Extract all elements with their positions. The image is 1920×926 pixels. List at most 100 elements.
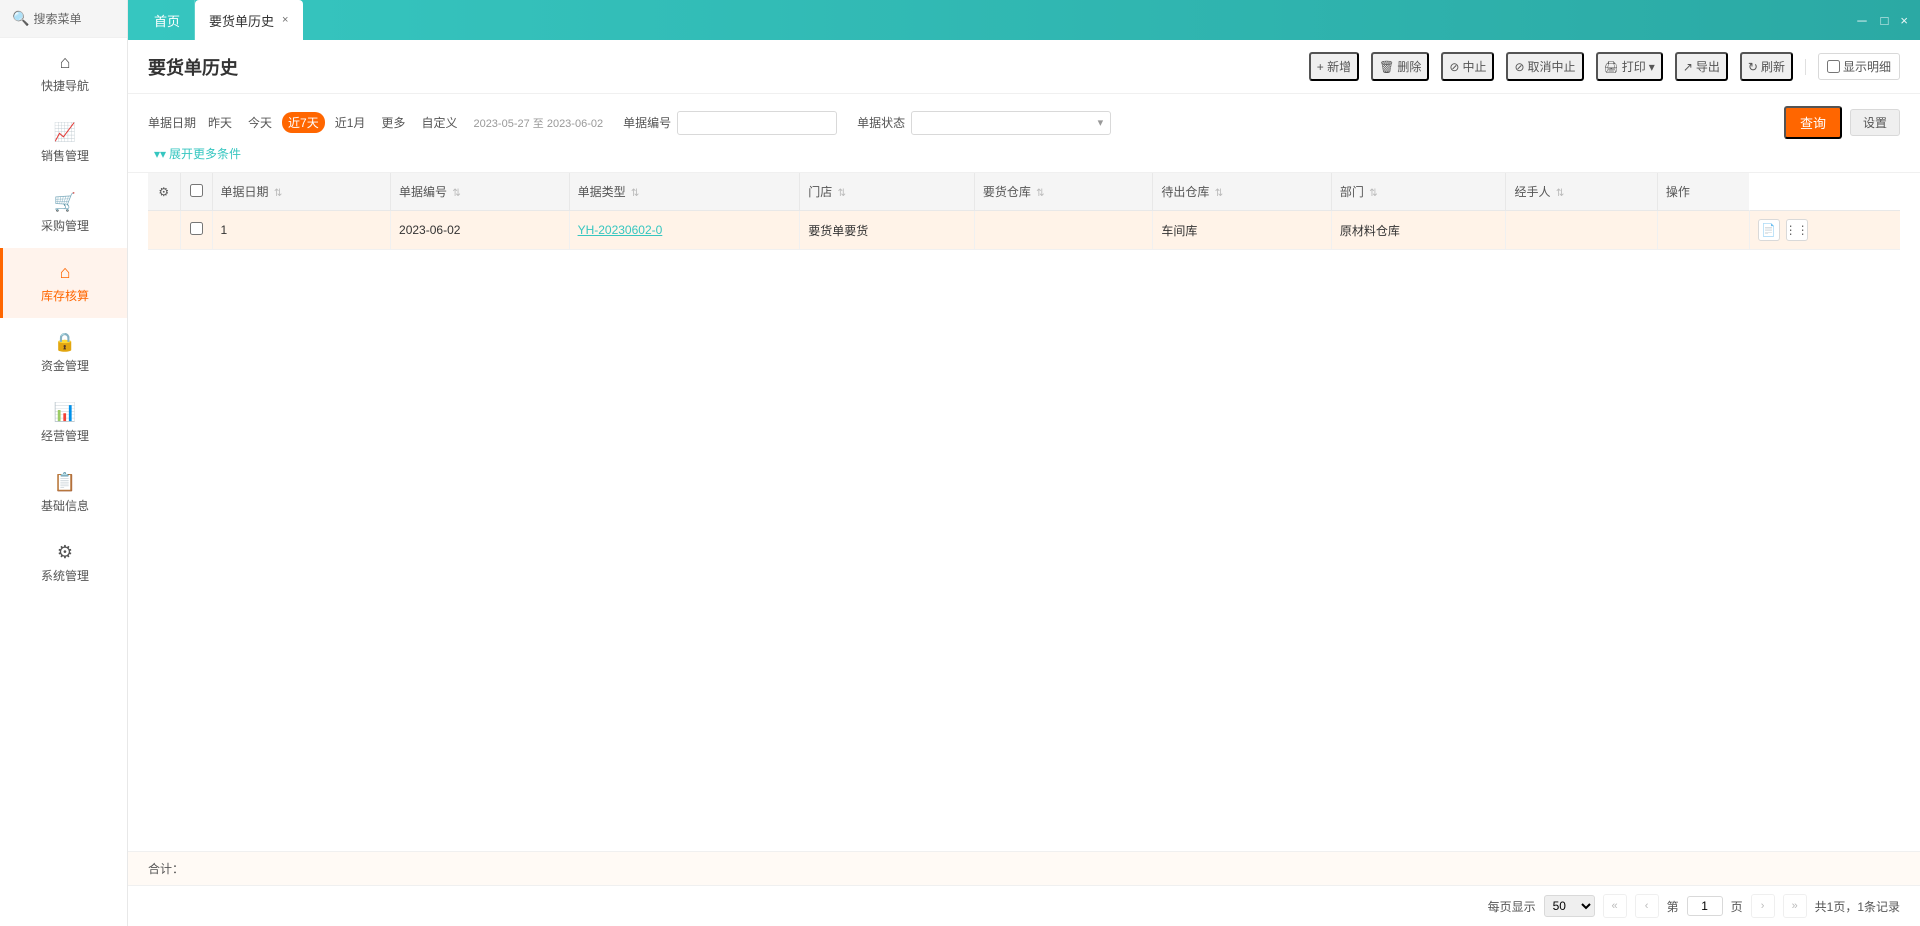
print-button[interactable]: 🖨 打印 ▾ bbox=[1596, 52, 1663, 81]
sidebar-item-basic[interactable]: 📋 基础信息 bbox=[0, 458, 127, 528]
table-area: ⚙ 单据日期 ⇅ 单据编号 ⇅ 单据类型 bbox=[128, 173, 1920, 851]
tab-close-icon[interactable]: × bbox=[282, 14, 288, 26]
cancel-stop-icon: ⊘ bbox=[1514, 60, 1524, 74]
select-all-checkbox[interactable] bbox=[190, 184, 203, 197]
col-pending-warehouse[interactable]: 待出仓库 ⇅ bbox=[1153, 173, 1332, 211]
export-button[interactable]: ↗ 导出 bbox=[1675, 52, 1728, 81]
expand-icon: ▾▾ bbox=[154, 147, 166, 161]
data-table: ⚙ 单据日期 ⇅ 单据编号 ⇅ 单据类型 bbox=[148, 173, 1900, 250]
row-checkbox[interactable] bbox=[190, 222, 203, 235]
filter-actions: 查询 设置 bbox=[1784, 106, 1900, 139]
row-date: 2023-06-02 bbox=[391, 211, 570, 250]
sidebar-item-inventory[interactable]: ⌂ 库存核算 bbox=[0, 248, 127, 318]
query-button[interactable]: 查询 bbox=[1784, 106, 1842, 139]
col-department[interactable]: 部门 ⇅ bbox=[1331, 173, 1506, 211]
page-input[interactable] bbox=[1687, 896, 1723, 916]
table-body: 1 2023-06-02 YH-20230602-0 要货单要货 车间库 原材料… bbox=[148, 211, 1900, 250]
row-checkbox-cell bbox=[180, 211, 212, 250]
tab-home[interactable]: 首页 bbox=[140, 0, 195, 40]
table-header: ⚙ 单据日期 ⇅ 单据编号 ⇅ 单据类型 bbox=[148, 173, 1900, 211]
expand-button[interactable]: ▾▾ 展开更多条件 bbox=[148, 143, 1900, 164]
minimize-button[interactable]: － bbox=[1856, 11, 1869, 30]
settings-button[interactable]: 设置 bbox=[1850, 109, 1900, 136]
gear-icon: ⚙ bbox=[57, 542, 73, 563]
col-date[interactable]: 单据日期 ⇅ bbox=[212, 173, 391, 211]
shortcut-today[interactable]: 今天 bbox=[242, 112, 278, 133]
display-detail-input[interactable] bbox=[1827, 60, 1840, 73]
col-number[interactable]: 单据编号 ⇅ bbox=[391, 173, 570, 211]
last-page-button[interactable]: » bbox=[1783, 894, 1807, 918]
sidebar-item-quick-nav[interactable]: ⌂ 快捷导航 bbox=[0, 38, 127, 108]
row-actions: 📄 ⋮⋮ bbox=[1749, 211, 1900, 250]
sidebar-item-system[interactable]: ⚙ 系统管理 bbox=[0, 528, 127, 598]
sidebar-item-label: 资金管理 bbox=[41, 357, 89, 374]
table-row: 1 2023-06-02 YH-20230602-0 要货单要货 车间库 原材料… bbox=[148, 211, 1900, 250]
doc-number-input[interactable] bbox=[677, 111, 837, 135]
row-edit-button[interactable]: 📄 bbox=[1758, 219, 1780, 241]
toolbar: + 新增 🗑 删除 ⊘ 中止 ⊘ 取消中止 🖨 打印 ▾ bbox=[1309, 52, 1900, 81]
info-icon: 📋 bbox=[54, 472, 76, 493]
delete-button[interactable]: 🗑 删除 bbox=[1371, 52, 1429, 81]
sidebar-item-sales[interactable]: 📈 销售管理 bbox=[0, 108, 127, 178]
status-filter-group: 单据状态 bbox=[857, 111, 1111, 135]
cart-icon: 🛒 bbox=[54, 192, 76, 213]
expand-row: ▾▾ 展开更多条件 bbox=[148, 143, 1900, 164]
doc-number-filter-group: 单据编号 bbox=[623, 111, 837, 135]
col-store[interactable]: 门店 ⇅ bbox=[800, 173, 975, 211]
shortcut-1month[interactable]: 近1月 bbox=[329, 112, 372, 133]
row-index: 1 bbox=[212, 211, 391, 250]
status-select[interactable] bbox=[911, 111, 1111, 135]
shortcut-custom[interactable]: 自定义 bbox=[415, 112, 463, 133]
stop-icon: ⊘ bbox=[1449, 60, 1459, 74]
inventory-icon: ⌂ bbox=[60, 262, 71, 283]
sort-date-icon: ⇅ bbox=[274, 188, 282, 199]
row-settings bbox=[148, 211, 180, 250]
sidebar-search[interactable]: 🔍 搜索菜单 bbox=[0, 0, 127, 38]
first-page-button[interactable]: « bbox=[1603, 894, 1627, 918]
shortcut-7days[interactable]: 近7天 bbox=[282, 112, 325, 133]
content-area: 要货单历史 + 新增 🗑 删除 ⊘ 中止 ⊘ 取消中止 🖨 打印 bbox=[128, 40, 1920, 926]
next-page-button[interactable]: › bbox=[1751, 894, 1775, 918]
page-label: 第 bbox=[1667, 898, 1679, 915]
row-req-warehouse: 车间库 bbox=[1153, 211, 1332, 250]
cancel-stop-button[interactable]: ⊘ 取消中止 bbox=[1506, 52, 1583, 81]
sort-handler-icon: ⇅ bbox=[1556, 188, 1564, 199]
per-page-select[interactable]: 20 50 100 bbox=[1544, 895, 1595, 917]
close-button[interactable]: × bbox=[1900, 13, 1908, 28]
new-button[interactable]: + 新增 bbox=[1309, 52, 1359, 81]
lock-icon: 🔒 bbox=[54, 332, 76, 353]
tab-requisition-history[interactable]: 要货单历史 × bbox=[195, 0, 303, 40]
col-settings[interactable]: ⚙ bbox=[148, 173, 180, 211]
doc-number-link[interactable]: YH-20230602-0 bbox=[578, 223, 663, 237]
col-req-warehouse[interactable]: 要货仓库 ⇅ bbox=[974, 173, 1153, 211]
col-handler[interactable]: 经手人 ⇅ bbox=[1506, 173, 1657, 211]
topbar: 首页 要货单历史 × － □ × bbox=[128, 0, 1920, 40]
sidebar-item-purchase[interactable]: 🛒 采购管理 bbox=[0, 178, 127, 248]
sidebar-item-label: 经营管理 bbox=[41, 427, 89, 444]
display-detail-checkbox[interactable]: 显示明细 bbox=[1818, 53, 1900, 80]
main-area: 首页 要货单历史 × － □ × 要货单历史 + 新增 🗑 删除 ⊘ 中 bbox=[128, 0, 1920, 926]
shortcut-yesterday[interactable]: 昨天 bbox=[202, 112, 238, 133]
maximize-button[interactable]: □ bbox=[1881, 13, 1889, 28]
pagination: 每页显示 20 50 100 « ‹ 第 页 › » 共1页，1条记录 bbox=[128, 885, 1920, 926]
expand-label: 展开更多条件 bbox=[169, 145, 241, 162]
row-more-button[interactable]: ⋮⋮ bbox=[1786, 219, 1808, 241]
col-type[interactable]: 单据类型 ⇅ bbox=[569, 173, 800, 211]
sort-req-warehouse-icon: ⇅ bbox=[1036, 188, 1044, 199]
sidebar-item-operation[interactable]: 📊 经营管理 bbox=[0, 388, 127, 458]
shortcut-more[interactable]: 更多 bbox=[375, 112, 411, 133]
sidebar-search-label: 搜索菜单 bbox=[33, 10, 81, 27]
sidebar-item-finance[interactable]: 🔒 资金管理 bbox=[0, 318, 127, 388]
chart-icon: 📈 bbox=[54, 122, 76, 143]
status-select-wrapper bbox=[911, 111, 1111, 135]
sort-store-icon: ⇅ bbox=[838, 188, 846, 199]
stop-button[interactable]: ⊘ 中止 bbox=[1441, 52, 1494, 81]
row-pending-warehouse: 原材料仓库 bbox=[1331, 211, 1506, 250]
prev-page-button[interactable]: ‹ bbox=[1635, 894, 1659, 918]
date-shortcuts: 昨天 今天 近7天 近1月 更多 自定义 bbox=[202, 112, 463, 133]
print-icon: 🖨 bbox=[1604, 60, 1619, 74]
page-suffix: 页 bbox=[1731, 898, 1743, 915]
refresh-button[interactable]: ↻ 刷新 bbox=[1740, 52, 1793, 81]
col-checkbox bbox=[180, 173, 212, 211]
doc-number-label: 单据编号 bbox=[623, 114, 671, 131]
